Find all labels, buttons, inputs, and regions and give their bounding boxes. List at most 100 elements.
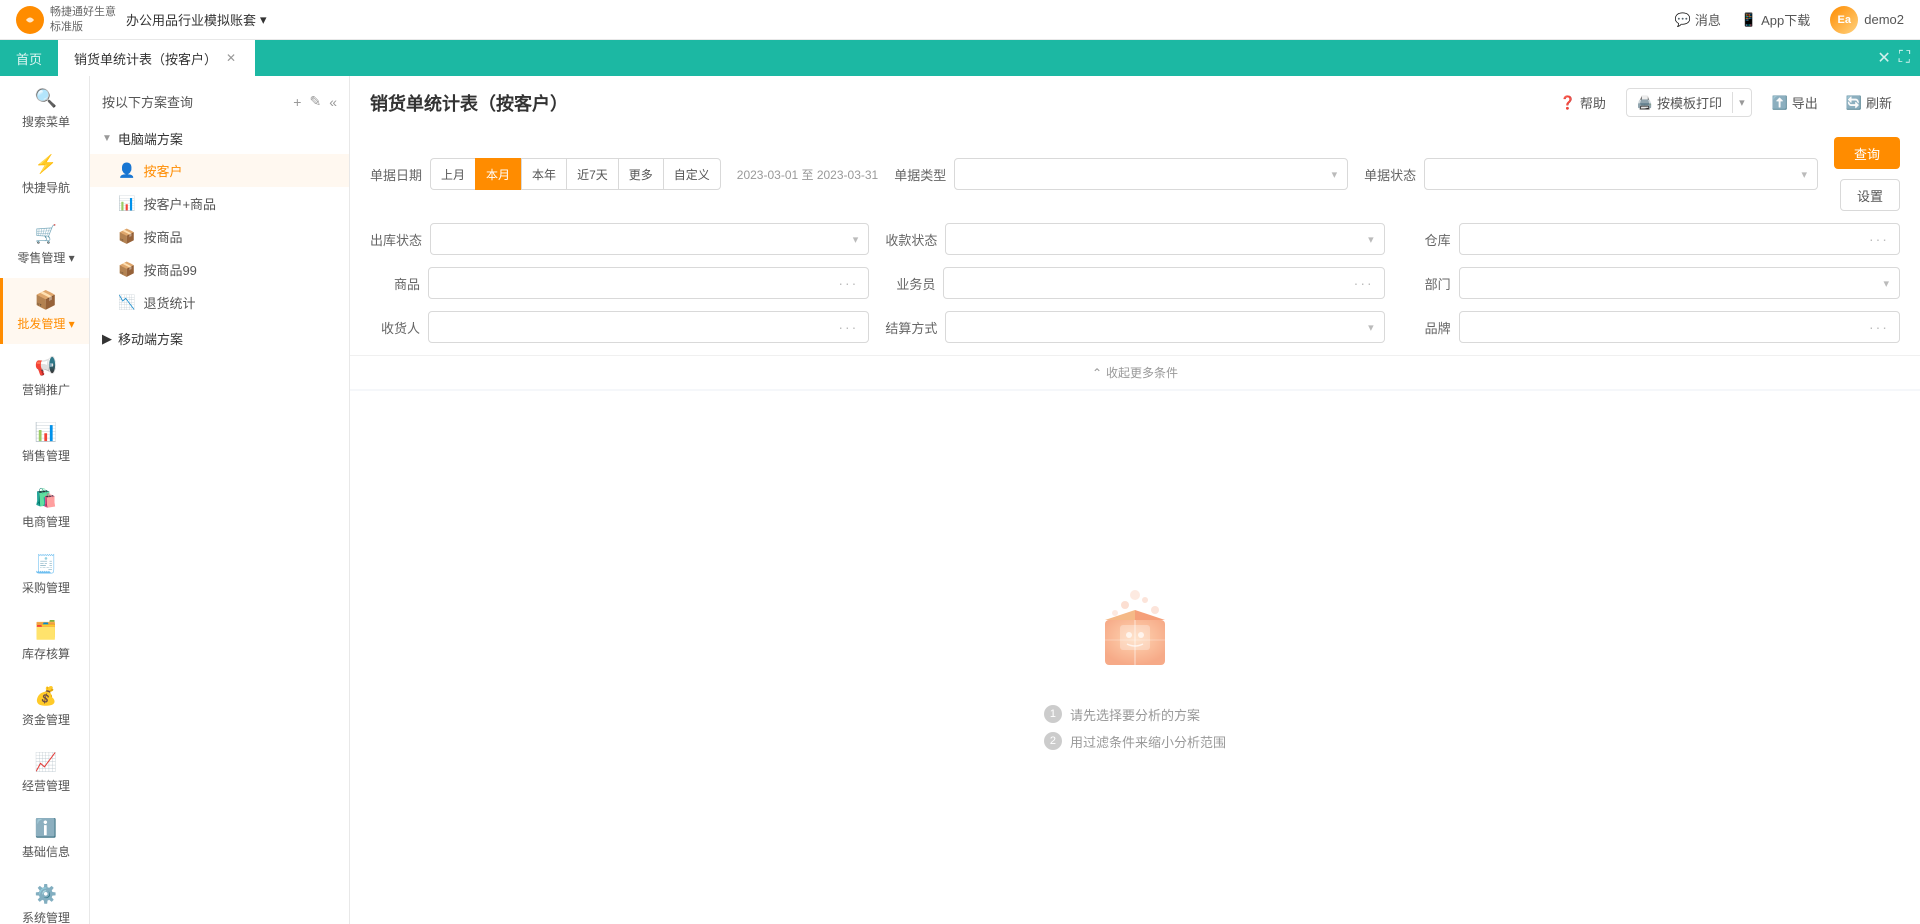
dept-field: 部门 ▾ — [1401, 267, 1900, 299]
dept-select[interactable]: ▾ — [1459, 267, 1900, 299]
tab-close-all-icon[interactable]: ✕ — [1877, 48, 1890, 68]
sales-icon: 📊 — [35, 422, 57, 443]
scheme-desktop-label: 电脑端方案 — [118, 129, 183, 148]
out-status-select[interactable]: ▾ — [430, 223, 869, 255]
order-status-select[interactable]: ▾ — [1424, 158, 1818, 190]
sidebar-item-purchase[interactable]: 🧾 采购管理 — [0, 542, 89, 608]
sidebar-item-inventory[interactable]: 🗂️ 库存核算 — [0, 608, 89, 674]
tab-home-label: 首页 — [16, 49, 42, 68]
sidebar-item-basic-info[interactable]: ℹ️ 基础信息 — [0, 806, 89, 872]
print-btn[interactable]: 🖨️ 按模板打印 ▾ — [1626, 88, 1752, 117]
date-filter-field: 单据日期 上月 本月 本年 近7天 更多 自定义 2023-03-01 至 20… — [370, 158, 878, 190]
empty-tip-label-2: 用过滤条件来缩小分析范围 — [1070, 732, 1226, 751]
app-download-btn[interactable]: 📱 App下载 — [1741, 10, 1810, 29]
filter-row-3: 商品 ··· 业务员 ··· 部门 — [370, 267, 1900, 299]
tab-home[interactable]: 首页 — [0, 40, 58, 76]
help-btn[interactable]: ❓ 帮助 — [1552, 89, 1614, 116]
tip-num-2: 2 — [1044, 732, 1062, 750]
sidebar-label-quick-nav: 快捷导航 — [22, 179, 70, 196]
tab-sales-label: 销货单统计表（按客户） — [74, 49, 217, 68]
panel-collapse-btn[interactable]: « — [329, 94, 337, 110]
receiver-field: 收货人 ··· — [370, 311, 869, 343]
help-label: 帮助 — [1580, 93, 1606, 112]
left-panel: 按以下方案查询 + ✎ « ▼ 电脑端方案 👤 按客户 📊 按客户+商品 📦 — [90, 76, 350, 924]
scheme-item-by-goods-99[interactable]: 📦 按商品99 — [90, 253, 349, 286]
print-icon: 🖨️ — [1637, 95, 1653, 111]
sidebar-item-retail[interactable]: 🛒 零售管理 ▾ — [0, 212, 89, 278]
sidebar-item-ecommerce[interactable]: 🛍️ 电商管理 — [0, 476, 89, 542]
out-status-arrow: ▾ — [853, 233, 859, 246]
user-area[interactable]: Ea demo2 — [1830, 6, 1904, 34]
empty-tip-1: 1 请先选择要分析的方案 — [1044, 705, 1226, 724]
date-btn-more[interactable]: 更多 — [618, 158, 663, 190]
sidebar-item-search[interactable]: 🔍 搜索菜单 — [0, 76, 89, 142]
sidebar-item-wholesale[interactable]: 📦 批发管理 ▾ — [0, 278, 89, 344]
sidebar-label-ecommerce: 电商管理 — [22, 513, 70, 530]
inventory-icon: 🗂️ — [35, 620, 57, 641]
quick-nav-icon: ⚡ — [35, 154, 57, 175]
goods-select[interactable]: ··· — [428, 267, 869, 299]
export-icon: ⬆️ — [1772, 95, 1788, 111]
scheme-item-customer-goods[interactable]: 📊 按客户+商品 — [90, 187, 349, 220]
scheme-item-by-customer[interactable]: 👤 按客户 — [90, 154, 349, 187]
date-btn-last-month[interactable]: 上月 — [430, 158, 475, 190]
sidebar-item-quick-nav[interactable]: ⚡ 快捷导航 — [0, 142, 89, 208]
date-range-text: 2023-03-01 至 2023-03-31 — [737, 166, 878, 183]
date-btn-this-year[interactable]: 本年 — [521, 158, 566, 190]
sidebar-label-system: 系统管理 — [22, 909, 70, 924]
export-btn[interactable]: ⬆️ 导出 — [1764, 89, 1826, 116]
logo-line2: 标准版 — [50, 20, 116, 34]
panel-title: 按以下方案查询 — [102, 92, 193, 111]
basic-info-icon: ℹ️ — [35, 818, 57, 839]
warehouse-select[interactable]: ··· — [1459, 223, 1900, 255]
tab-close-icon[interactable]: ✕ — [223, 50, 239, 66]
receiver-select[interactable]: ··· — [428, 311, 869, 343]
salesperson-dots: ··· — [1354, 275, 1374, 291]
sidebar-item-finance[interactable]: 💰 资金管理 — [0, 674, 89, 740]
date-btn-custom[interactable]: 自定义 — [663, 158, 721, 190]
panel-add-btn[interactable]: + — [293, 94, 301, 110]
scheme-desktop-header[interactable]: ▼ 电脑端方案 — [90, 123, 349, 154]
industry-selector[interactable]: 办公用品行业模拟账套 ▾ — [126, 10, 267, 29]
tip-num-1: 1 — [1044, 705, 1062, 723]
industry-label: 办公用品行业模拟账套 — [126, 10, 256, 29]
sidebar-label-sales: 销售管理 — [22, 447, 70, 464]
date-btn-7days[interactable]: 近7天 — [566, 158, 618, 190]
query-btn[interactable]: 查询 — [1834, 137, 1900, 169]
date-filter-buttons: 上月 本月 本年 近7天 更多 自定义 — [430, 158, 721, 190]
sidebar-item-marketing[interactable]: 📢 营销推广 — [0, 344, 89, 410]
settlement-select[interactable]: ▾ — [945, 311, 1384, 343]
date-btn-this-month[interactable]: 本月 — [475, 158, 521, 190]
scheme-group-desktop: ▼ 电脑端方案 👤 按客户 📊 按客户+商品 📦 按商品 📦 按商品99 📉 — [90, 119, 349, 323]
empty-state: 1 请先选择要分析的方案 2 用过滤条件来缩小分析范围 — [350, 391, 1920, 924]
collapse-btn[interactable]: ⌃ 收起更多条件 — [1092, 364, 1178, 381]
tab-fullscreen-icon[interactable]: ⛶ — [1899, 49, 1910, 67]
settings-btn[interactable]: 设置 — [1840, 179, 1900, 211]
sidebar-label-purchase: 采购管理 — [22, 579, 70, 596]
brand-select[interactable]: ··· — [1459, 311, 1900, 343]
panel-edit-btn[interactable]: ✎ — [309, 93, 321, 110]
scheme-mobile[interactable]: ▶ 移动端方案 — [90, 323, 349, 354]
order-status-field: 单据状态 ▾ — [1364, 158, 1818, 190]
warehouse-dots: ··· — [1869, 231, 1889, 247]
sidebar-item-sales[interactable]: 📊 销售管理 — [0, 410, 89, 476]
by-goods-label: 按商品 — [143, 227, 182, 246]
by-goods-99-label: 按商品99 — [143, 260, 196, 279]
refresh-btn[interactable]: 🔄 刷新 — [1838, 89, 1900, 116]
scheme-item-refund-stats[interactable]: 📉 退货统计 — [90, 286, 349, 319]
main-content: 销货单统计表（按客户） ❓ 帮助 🖨️ 按模板打印 ▾ ⬆️ 导出 — [350, 76, 1920, 924]
wholesale-icon: 📦 — [35, 290, 57, 311]
order-type-select[interactable]: ▾ — [954, 158, 1348, 190]
scheme-item-by-goods[interactable]: 📦 按商品 — [90, 220, 349, 253]
sidebar-item-operations[interactable]: 📈 经营管理 — [0, 740, 89, 806]
salesperson-select[interactable]: ··· — [943, 267, 1384, 299]
print-main[interactable]: 🖨️ 按模板打印 — [1627, 89, 1732, 116]
message-btn[interactable]: 💬 消息 — [1675, 10, 1721, 29]
empty-illustration — [1075, 565, 1195, 685]
brand-field: 品牌 ··· — [1401, 311, 1900, 343]
sidebar-item-system[interactable]: ⚙️ 系统管理 — [0, 872, 89, 924]
sidebar-label-operations: 经营管理 — [22, 777, 70, 794]
print-arrow[interactable]: ▾ — [1732, 92, 1751, 113]
payment-status-select[interactable]: ▾ — [945, 223, 1384, 255]
tab-sales-stats[interactable]: 销货单统计表（按客户） ✕ — [58, 40, 255, 76]
